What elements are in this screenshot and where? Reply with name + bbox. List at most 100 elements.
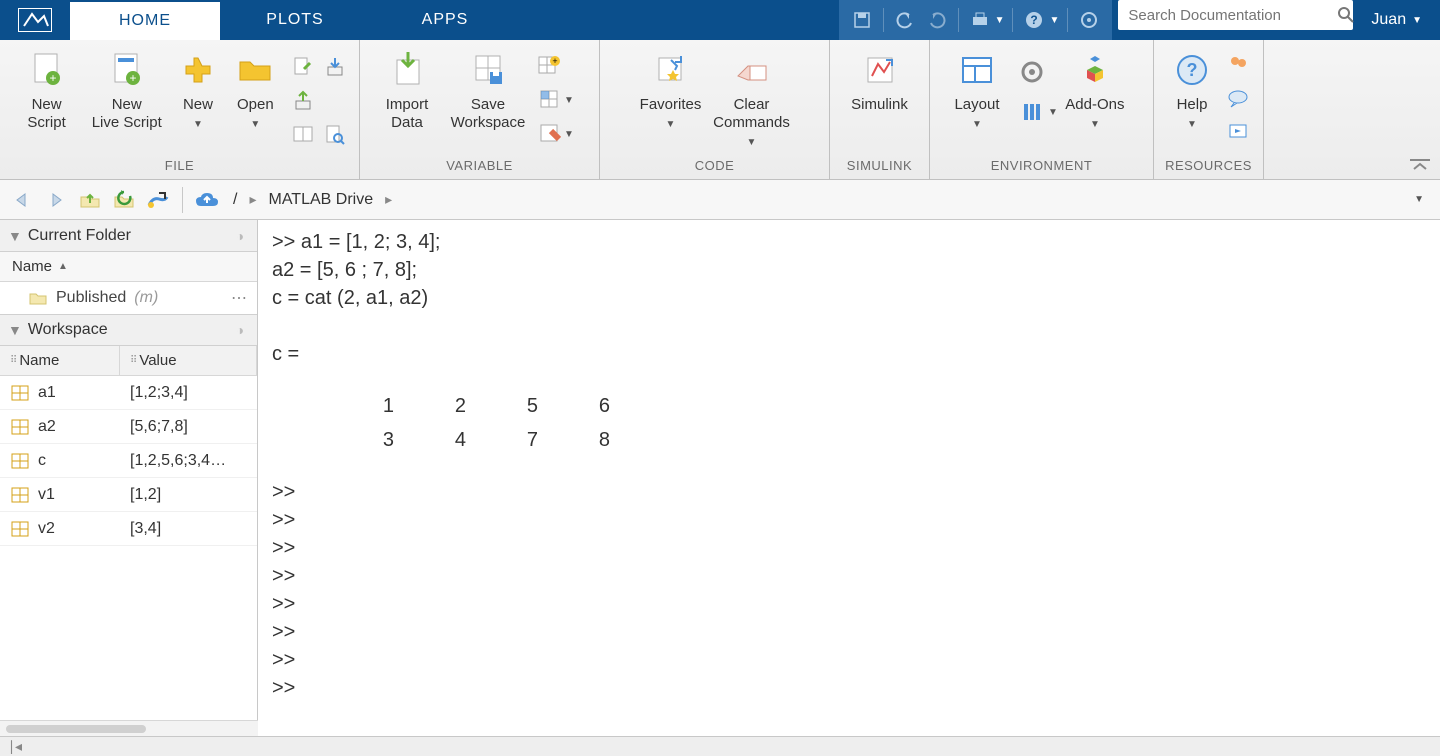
import-data-icon — [389, 48, 425, 92]
favorites-button[interactable]: Favorites▼ — [634, 48, 708, 134]
chevron-down-icon: ▼ — [666, 119, 676, 130]
new-live-script-button[interactable]: + New Live Script — [83, 48, 170, 132]
cmd-prompt: >> — [272, 674, 1426, 702]
open-button[interactable]: Open▼ — [226, 48, 285, 134]
pane-options-icon[interactable]: ◑ — [231, 322, 249, 338]
undo-icon[interactable] — [892, 7, 918, 33]
addons-button[interactable]: Add-Ons▼ — [1058, 48, 1132, 134]
workspace-row[interactable]: a1[1,2;3,4] — [0, 376, 257, 410]
breadcrumb-drive[interactable]: MATLAB Drive — [262, 191, 379, 209]
ribbon-group-environment: ENVIRONMENT — [930, 156, 1153, 179]
workspace-row[interactable]: v2[3,4] — [0, 512, 257, 546]
workspace-row[interactable]: c[1,2,5,6;3,4… — [0, 444, 257, 478]
cloud-icon[interactable] — [193, 186, 221, 214]
reload-icon[interactable] — [110, 186, 138, 214]
save-workspace-icon — [470, 48, 506, 92]
pane-options-icon[interactable]: ◑ — [231, 228, 249, 244]
svg-text:+: + — [129, 71, 136, 85]
collapse-ribbon-icon[interactable] — [1410, 159, 1430, 173]
save-icon[interactable] — [849, 7, 875, 33]
cmd-prompt: >> — [272, 562, 1426, 590]
learn-icon[interactable] — [1224, 118, 1252, 146]
favorites-icon — [653, 48, 689, 92]
new-live-script-icon: + — [109, 48, 145, 92]
tab-plots[interactable]: PLOTS — [220, 0, 370, 40]
new-script-button[interactable]: + New Script — [10, 48, 83, 132]
addons-icon — [1075, 48, 1115, 92]
help-button[interactable]: ? Help▼ — [1164, 48, 1220, 134]
horizontal-scrollbar[interactable] — [0, 720, 258, 736]
help-icon[interactable]: ? — [1021, 7, 1047, 33]
cmd-prompt: >> — [272, 590, 1426, 618]
simulink-button[interactable]: Simulink — [843, 48, 917, 114]
clear-commands-icon — [732, 48, 772, 92]
path-dropdown-icon[interactable]: ▼ — [1406, 194, 1432, 205]
folder-icon — [28, 290, 48, 306]
community-icon[interactable] — [1224, 50, 1252, 78]
chevron-down-icon: ▼ — [250, 119, 260, 130]
find-files-icon[interactable] — [289, 52, 317, 80]
variable-icon — [10, 418, 30, 436]
preferences-icon[interactable] — [1018, 58, 1046, 86]
new-plus-icon — [180, 48, 216, 92]
ribbon-group-variable: VARIABLE — [360, 156, 599, 179]
search-box[interactable] — [1118, 0, 1353, 30]
chevron-down-icon: ▼ — [972, 119, 982, 130]
variable-icon — [10, 384, 30, 402]
back-icon[interactable] — [8, 186, 36, 214]
folder-columns-header[interactable]: Name ▲ — [0, 252, 257, 282]
parallel-icon[interactable] — [1018, 98, 1046, 126]
chevron-down-icon: ▼ — [193, 119, 203, 130]
workspace-row[interactable]: v1[1,2] — [0, 478, 257, 512]
save-workspace-button[interactable]: Save Workspace — [444, 48, 532, 132]
chevron-right-icon[interactable]: ▸ — [385, 191, 392, 208]
tab-apps[interactable]: APPS — [370, 0, 520, 40]
print-icon[interactable] — [967, 7, 993, 33]
tab-home[interactable]: HOME — [70, 0, 220, 40]
cmd-prompt: >> — [272, 478, 1426, 506]
more-icon[interactable]: ⋯ — [231, 288, 247, 308]
cmd-prompt: >> — [272, 618, 1426, 646]
forward-icon[interactable] — [42, 186, 70, 214]
layout-button[interactable]: Layout▼ — [940, 48, 1014, 134]
open-variable-icon[interactable] — [536, 86, 564, 114]
browse-icon[interactable] — [144, 186, 172, 214]
variable-icon — [10, 452, 30, 470]
help-dropdown-icon[interactable]: ▼ — [1049, 15, 1059, 26]
workspace-row[interactable]: a2[5,6;7,8] — [0, 410, 257, 444]
target-icon[interactable] — [1076, 7, 1102, 33]
print-dropdown-icon[interactable]: ▼ — [995, 15, 1005, 26]
up-folder-icon[interactable] — [76, 186, 104, 214]
import-data-button[interactable]: Import Data — [370, 48, 444, 132]
new-variable-icon[interactable]: + — [536, 52, 564, 80]
download-icon[interactable] — [321, 52, 349, 80]
layout-icon — [959, 48, 995, 92]
compare-icon[interactable] — [289, 120, 317, 148]
quick-access-toolbar: ▼ ? ▼ — [839, 0, 1113, 40]
ribbon-group-code: CODE — [600, 156, 829, 179]
variable-icon — [10, 520, 30, 538]
search-input[interactable] — [1118, 7, 1337, 24]
search-files-icon[interactable] — [321, 120, 349, 148]
chevron-right-icon[interactable]: ▸ — [249, 191, 256, 208]
svg-text:+: + — [49, 71, 56, 85]
new-script-icon: + — [29, 48, 65, 92]
help-ribbon-icon: ? — [1175, 48, 1209, 92]
cmd-prompt: >> — [272, 534, 1426, 562]
request-support-icon[interactable] — [1224, 84, 1252, 112]
collapse-icon[interactable]: ▼ — [8, 228, 22, 244]
folder-item[interactable]: Published (m) ⋯ — [0, 282, 257, 314]
clear-commands-button[interactable]: Clear Commands ▼ — [708, 48, 796, 152]
upload-icon[interactable] — [289, 86, 317, 114]
redo-icon[interactable] — [924, 7, 950, 33]
chevron-down-icon: ▼ — [1090, 119, 1100, 130]
command-window[interactable]: >> a1 = [1, 2; 3, 4]; a2 = [5, 6 ; 7, 8]… — [258, 220, 1440, 736]
chevron-down-icon[interactable]: ▼ — [1048, 107, 1058, 118]
collapse-icon[interactable]: ▼ — [8, 322, 22, 338]
chevron-down-icon[interactable]: ▼ — [564, 95, 574, 106]
chevron-down-icon[interactable]: ▼ — [564, 129, 574, 140]
user-menu[interactable]: Juan▼ — [1353, 0, 1440, 40]
rewind-icon[interactable]: ∣◂ — [8, 738, 22, 755]
new-button[interactable]: New▼ — [170, 48, 225, 134]
clear-workspace-icon[interactable] — [536, 120, 564, 148]
